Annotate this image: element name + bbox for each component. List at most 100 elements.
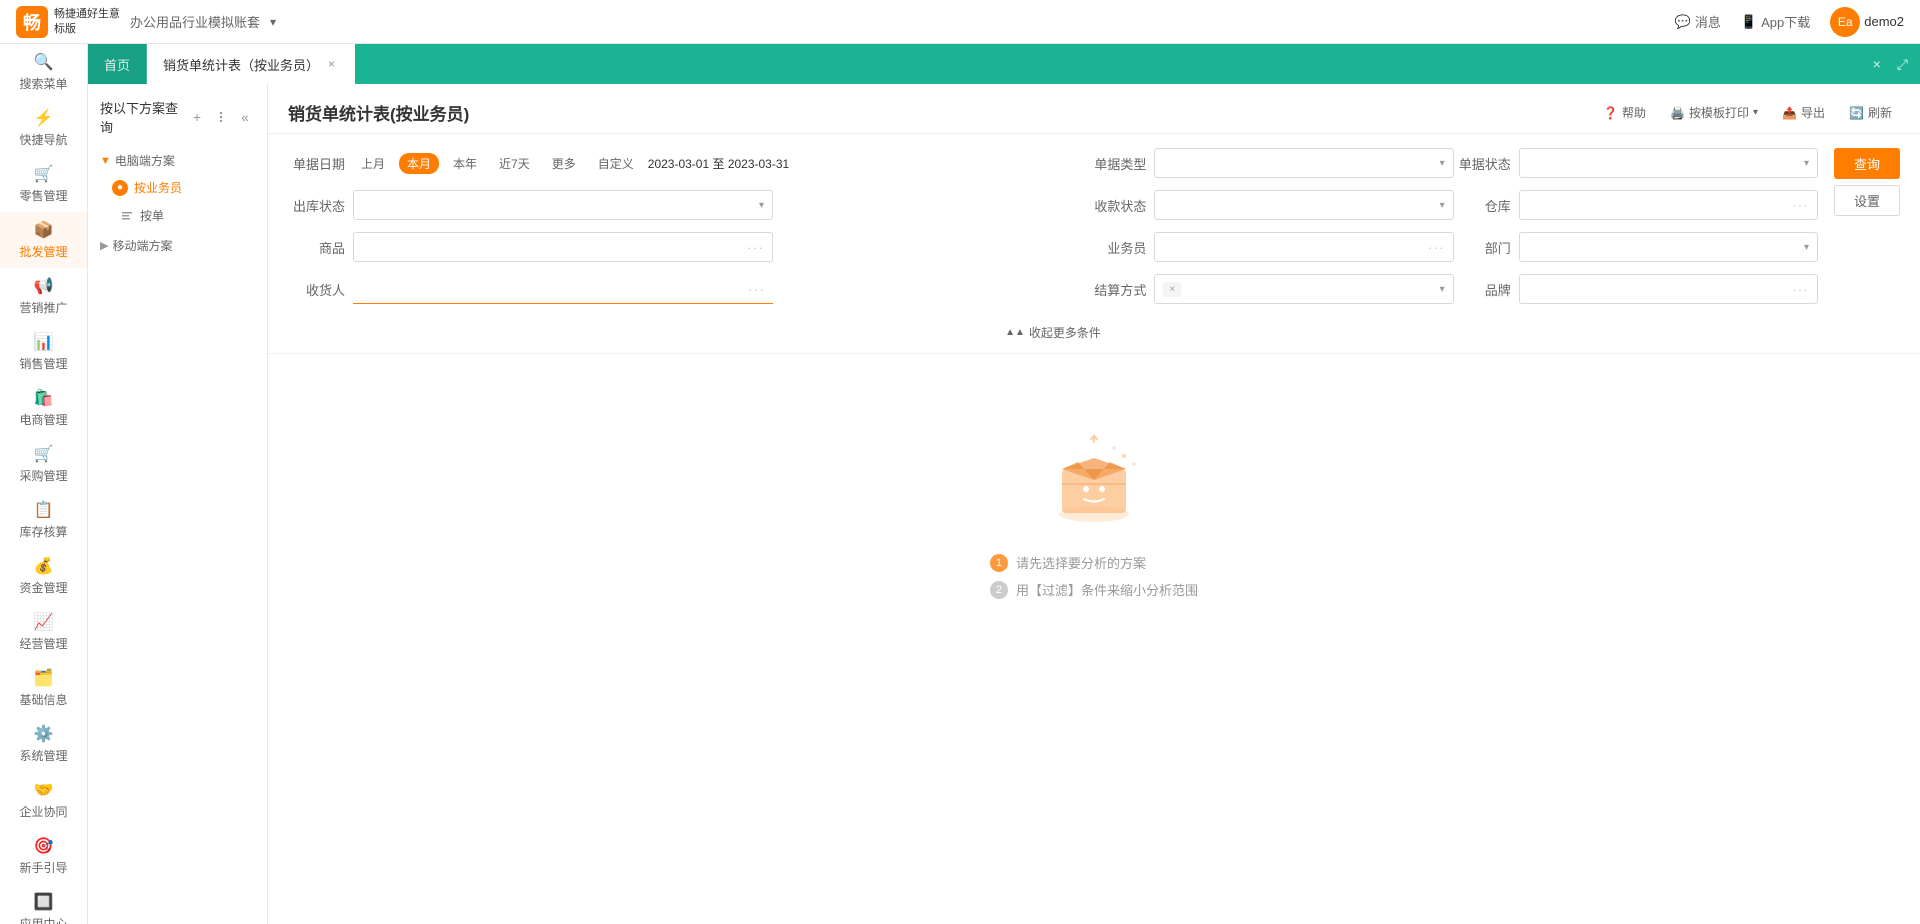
sidebar-label-enterprise: 企业协同 xyxy=(19,803,67,820)
user-area[interactable]: Ea demo2 xyxy=(1830,7,1904,37)
date-btn-thismonth[interactable]: 本月 xyxy=(399,153,439,174)
app-download-action[interactable]: 📱 App下载 xyxy=(1741,12,1810,31)
brand-control[interactable]: ··· xyxy=(1519,274,1818,304)
sidebar-label-wholesale: 批发管理 xyxy=(19,243,67,260)
export-icon: 📤 xyxy=(1782,106,1797,120)
sidebar-item-purchase[interactable]: 🛒 采购管理 xyxy=(0,436,87,492)
message-action[interactable]: 💬 消息 xyxy=(1675,12,1721,31)
help-button[interactable]: ❓ 帮助 xyxy=(1595,100,1654,125)
filter-receipt-status: 收款状态 xyxy=(1089,190,1453,220)
date-btn-more[interactable]: 更多 xyxy=(544,153,584,174)
scheme-group-pc: ▼ 电脑端方案 ● 按业务员 按单 xyxy=(88,148,267,229)
doc-type-control[interactable] xyxy=(1154,148,1453,178)
main-panel: 销货单统计表(按业务员) ❓ 帮助 🖨️ 按模板打印 ▾ 📤 导出 xyxy=(268,84,1920,924)
operation-icon: 📈 xyxy=(34,612,54,632)
print-button[interactable]: 🖨️ 按模板打印 ▾ xyxy=(1662,100,1766,125)
logo-icon: 畅 xyxy=(16,6,48,38)
date-btn-lastmonth[interactable]: 上月 xyxy=(353,153,393,174)
system-icon: ⚙️ xyxy=(34,724,54,744)
filter-form: 单据日期 上月 本月 本年 近7天 更多 自定义 2023-03-01 至 20… xyxy=(268,134,1920,353)
sidebar-item-newbie[interactable]: 🎯 新手引导 xyxy=(0,828,87,884)
add-scheme-button[interactable]: + xyxy=(187,107,207,127)
tab-home[interactable]: 首页 xyxy=(88,44,147,84)
sidebar-item-quick[interactable]: ⚡ 快捷导航 xyxy=(0,100,87,156)
collapse-label: 收起更多条件 xyxy=(1029,324,1101,341)
receipt-status-arrow xyxy=(1440,200,1445,211)
query-sidebar-header: 按以下方案查询 + « xyxy=(88,94,267,144)
empty-illustration xyxy=(1034,434,1154,537)
collapse-button[interactable]: ▲▲ 收起更多条件 xyxy=(288,316,1818,353)
date-btn-7days[interactable]: 近7天 xyxy=(491,153,538,174)
query-button[interactable]: 查询 xyxy=(1834,148,1900,179)
setting-button[interactable]: 设置 xyxy=(1834,185,1900,216)
receipt-status-control[interactable] xyxy=(1154,190,1453,220)
print-dropdown-icon: ▾ xyxy=(1753,107,1758,118)
sidebar-item-marketing[interactable]: 📢 营销推广 xyxy=(0,268,87,324)
scheme-group-pc-header[interactable]: ▼ 电脑端方案 xyxy=(88,148,267,173)
filter-row-1: 单据日期 上月 本月 本年 近7天 更多 自定义 2023-03-01 至 20… xyxy=(288,148,1818,178)
refresh-button[interactable]: 🔄 刷新 xyxy=(1841,100,1900,125)
print-icon: 🖨️ xyxy=(1670,106,1685,120)
salesperson-control[interactable]: ··· xyxy=(1154,232,1453,262)
department-control[interactable] xyxy=(1519,232,1818,262)
fullscreen-icon[interactable]: ⤢ xyxy=(1893,52,1912,77)
out-status-control[interactable] xyxy=(353,190,773,220)
sidebar-item-retail[interactable]: 🛒 零售管理 xyxy=(0,156,87,212)
collapse-scheme-button[interactable]: « xyxy=(235,107,255,127)
filter-out-status: 出库状态 xyxy=(288,190,1089,220)
empty-state: 1 请先选择要分析的方案 2 用【过滤】条件来缩小分析范围 xyxy=(268,354,1920,659)
goods-control[interactable]: ··· xyxy=(353,232,773,262)
sidebar-item-finance[interactable]: 💰 资金管理 xyxy=(0,548,87,604)
settlement-tag-close[interactable]: × xyxy=(1169,284,1175,295)
doc-status-control[interactable] xyxy=(1519,148,1818,178)
doc-status-arrow xyxy=(1804,158,1809,169)
consignee-control[interactable]: ··· xyxy=(353,274,773,304)
filter-consignee: 收货人 ··· xyxy=(288,274,1089,304)
filter-brand: 品牌 ··· xyxy=(1454,274,1818,304)
sidebar-item-sales[interactable]: 📊 销售管理 xyxy=(0,324,87,380)
page-title-bar: 销货单统计表(按业务员) ❓ 帮助 🖨️ 按模板打印 ▾ 📤 导出 xyxy=(268,84,1920,134)
sidebar-item-enterprise[interactable]: 🤝 企业协同 xyxy=(0,772,87,828)
export-button[interactable]: 📤 导出 xyxy=(1774,100,1833,125)
out-status-label: 出库状态 xyxy=(288,196,353,215)
inventory-icon: 📋 xyxy=(34,500,54,520)
scheme-item-by-salesperson[interactable]: ● 按业务员 xyxy=(88,173,267,202)
filter-doc-type: 单据类型 xyxy=(1089,148,1453,178)
sidebar-item-basic[interactable]: 🗂️ 基础信息 xyxy=(0,660,87,716)
date-btn-thisyear[interactable]: 本年 xyxy=(445,153,485,174)
sidebar-item-system[interactable]: ⚙️ 系统管理 xyxy=(0,716,87,772)
content-wrapper: 按以下方案查询 + « ▼ 电脑端方 xyxy=(88,84,1920,924)
tab-bar-actions: × ⤢ xyxy=(1861,52,1920,77)
scheme-item-by-order[interactable]: 按单 xyxy=(88,202,267,229)
logo-text: 畅捷通好生意 标版 xyxy=(54,7,120,36)
sidebar-item-wholesale[interactable]: 📦 批发管理 xyxy=(0,212,87,268)
sidebar-item-apps[interactable]: 🔲 应用中心 xyxy=(0,884,87,924)
doc-type-label: 单据类型 xyxy=(1089,154,1154,173)
edit-scheme-button[interactable] xyxy=(211,107,231,127)
marketing-icon: 📢 xyxy=(34,276,54,296)
message-icon: 💬 xyxy=(1675,14,1691,30)
query-sidebar-title: 按以下方案查询 xyxy=(100,98,187,136)
sidebar-item-search[interactable]: 🔍 搜索菜单 xyxy=(0,44,87,100)
window-close-icon[interactable]: × xyxy=(1869,52,1885,76)
sidebar-label-sales: 销售管理 xyxy=(19,355,67,372)
sidebar-item-inventory[interactable]: 📋 库存核算 xyxy=(0,492,87,548)
scheme-sub-icon xyxy=(120,209,134,223)
sidebar-item-operation[interactable]: 📈 经营管理 xyxy=(0,604,87,660)
tab-active[interactable]: 销货单统计表（按业务员） × xyxy=(147,44,355,84)
sidebar-label-basic: 基础信息 xyxy=(19,691,67,708)
scheme-group-mobile-header[interactable]: ▶ 移动端方案 xyxy=(88,233,267,258)
date-btn-custom[interactable]: 自定义 xyxy=(590,153,642,174)
warehouse-control[interactable]: ··· xyxy=(1519,190,1818,220)
search-icon: 🔍 xyxy=(34,52,54,72)
sidebar-label-quick: 快捷导航 xyxy=(19,131,67,148)
phone-icon: 📱 xyxy=(1741,14,1757,30)
filter-row-4: 收货人 ··· 结算方式 × xyxy=(288,274,1818,304)
salesperson-dots: ··· xyxy=(1428,239,1445,255)
header-dropdown[interactable]: ▾ xyxy=(270,15,276,29)
scheme-item-label-salesperson: 按业务员 xyxy=(134,179,182,196)
settlement-control[interactable]: × xyxy=(1154,274,1453,304)
sidebar: 🔍 搜索菜单 ⚡ 快捷导航 🛒 零售管理 📦 批发管理 📢 营销推广 📊 销售管… xyxy=(0,44,88,924)
tab-close-icon[interactable]: × xyxy=(325,56,338,72)
sidebar-item-ecommerce[interactable]: 🛍️ 电商管理 xyxy=(0,380,87,436)
